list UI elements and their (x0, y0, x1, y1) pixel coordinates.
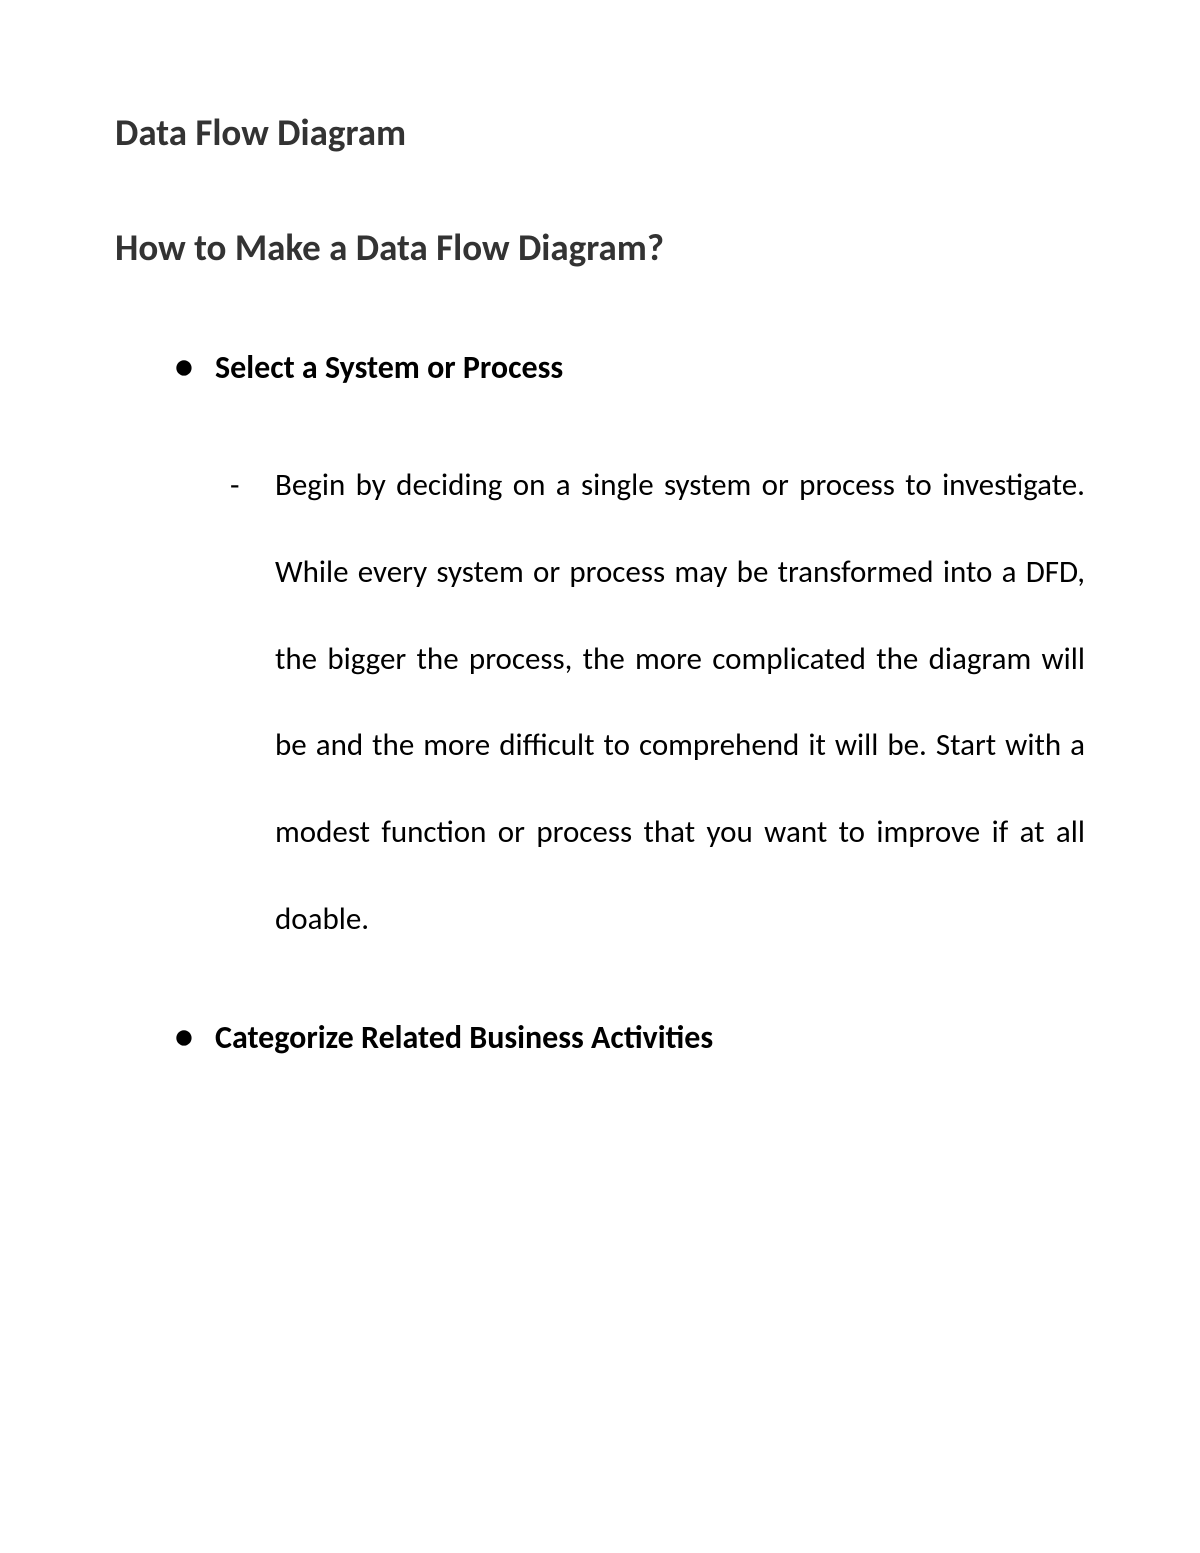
document-subtitle: How to Make a Data Flow Diagram? (115, 225, 1085, 270)
list-item-heading: Select a System or Process (175, 348, 1085, 387)
list-item-heading: Categorize Related Business Activities (175, 1018, 1085, 1057)
list-item-body: Begin by deciding on a single system or … (230, 442, 1085, 963)
document-title: Data Flow Diagram (115, 110, 1085, 155)
main-list: Select a System or Process Begin by deci… (115, 348, 1085, 1057)
